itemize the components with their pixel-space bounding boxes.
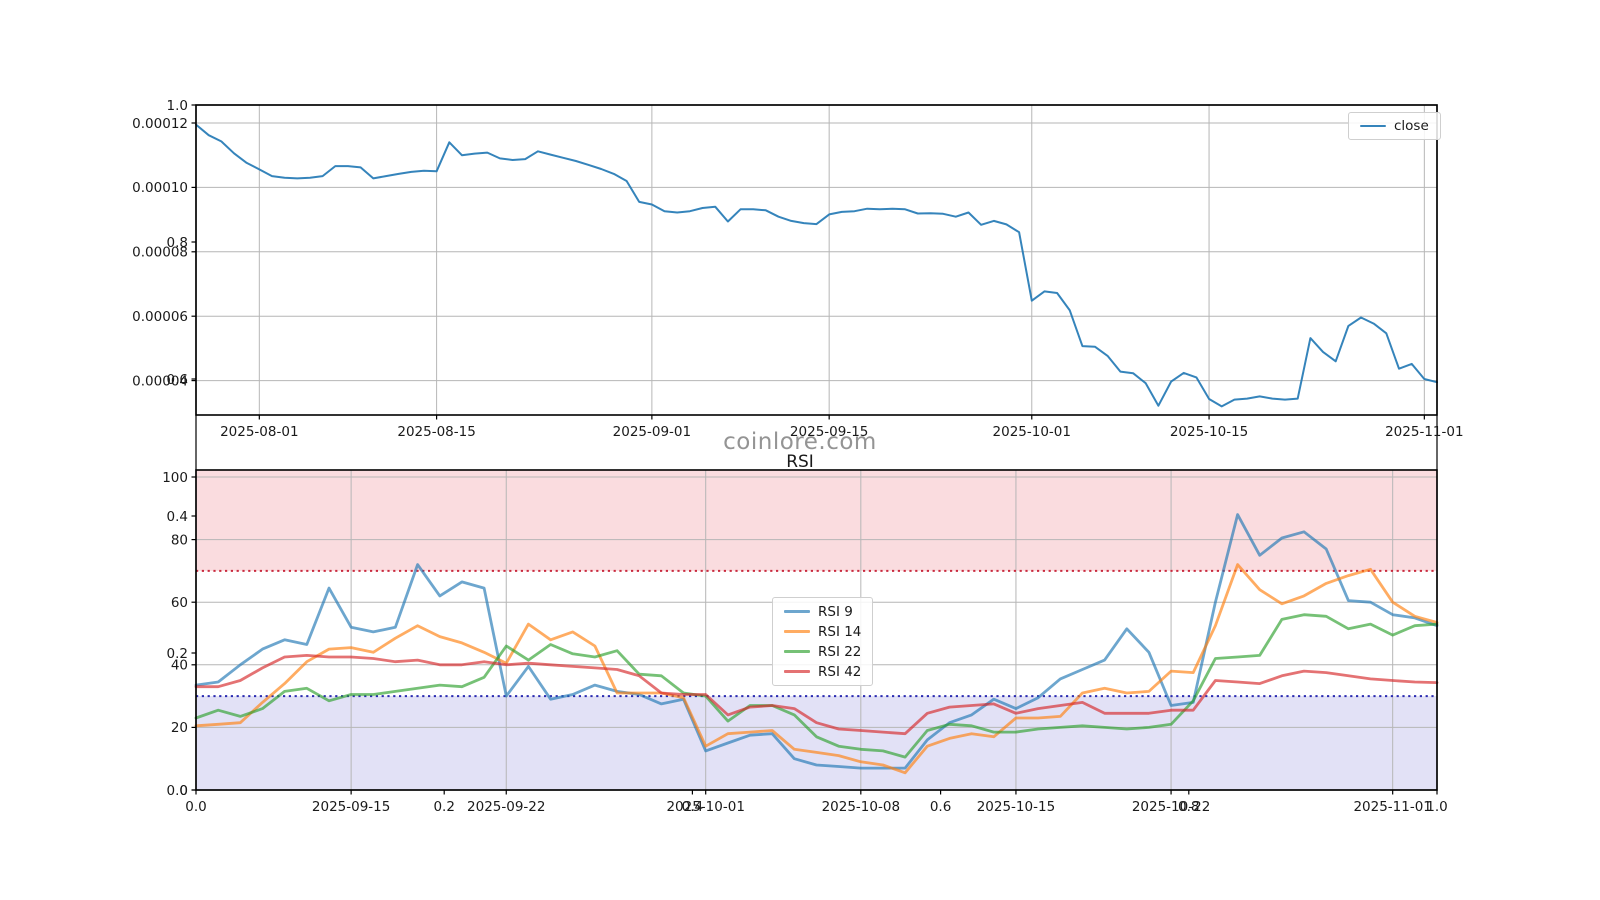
rsi22-legend-line-icon [784, 650, 810, 653]
overlay-x-tick-label: 0.4 [682, 799, 703, 815]
rsi-legend-row: RSI 14 [784, 623, 862, 640]
rsi-x-tick-label: 2025-11-01 [1353, 799, 1431, 815]
overlay-x-tick-label: 0.8 [1178, 799, 1199, 815]
rsi14-legend-line-icon [784, 630, 810, 633]
price-y-tick-label: 0.00012 [132, 116, 188, 132]
price-legend: close [1348, 112, 1441, 140]
rsi9-legend-line-icon [784, 610, 810, 613]
rsi-y-tick-label: 80 [171, 532, 188, 548]
overlay-x-tick-label: 0.2 [433, 799, 454, 815]
overlay-y-tick-label: 0.0 [167, 783, 188, 799]
close-legend-line-icon [1360, 124, 1386, 128]
oversold-band [196, 696, 1437, 790]
overlay-y-tick-label: 0.8 [167, 235, 188, 251]
rsi-y-tick-label: 60 [171, 595, 188, 611]
rsi-y-tick-label: 100 [162, 470, 188, 486]
rsi-x-tick-label: 2025-10-01 [666, 799, 744, 815]
overbought-band [196, 470, 1437, 571]
rsi42-legend-label: RSI 42 [818, 663, 862, 680]
rsi9-legend-label: RSI 9 [818, 603, 853, 620]
overlay-y-tick-label: 0.2 [167, 646, 188, 662]
rsi14-legend-label: RSI 14 [818, 623, 862, 640]
close-line [195, 123, 1438, 408]
rsi-x-tick-label: 2025-10-15 [977, 799, 1055, 815]
rsi-legend-row: RSI 42 [784, 663, 862, 680]
overlay-y-tick-label: 0.4 [167, 509, 188, 525]
price-axes-border [195, 104, 1438, 416]
rsi-x-tick-label: 2025-09-22 [467, 799, 545, 815]
close-legend-label: close [1394, 118, 1429, 134]
rsi-legend-row: RSI 22 [784, 643, 862, 660]
rsi-legend: RSI 9 RSI 14 RSI 22 RSI 42 [772, 597, 874, 686]
rsi-x-tick-label: 2025-10-08 [822, 799, 900, 815]
price-y-tick-label: 0.00006 [132, 309, 188, 325]
price-y-tick-label: 0.00010 [132, 180, 188, 196]
rsi-x-tick-label: 2025-09-15 [312, 799, 390, 815]
rsi22-legend-label: RSI 22 [818, 643, 862, 660]
overlay-y-tick-label: 1.0 [167, 98, 188, 114]
overlay-y-tick-label: 0.6 [167, 372, 188, 388]
overlay-x-tick-label: 0.0 [185, 799, 206, 815]
overlay-x-tick-label: 1.0 [1426, 799, 1447, 815]
rsi42-legend-line-icon [784, 670, 810, 673]
figure: 0.00012 0.00010 0.00008 0.00006 0.00004 2025-… [0, 0, 1600, 900]
overlay-x-tick-label: 0.6 [930, 799, 951, 815]
rsi-y-tick-label: 20 [171, 720, 188, 736]
rsi-legend-row: RSI 9 [784, 603, 861, 620]
rsi-panel-title: RSI [786, 452, 814, 472]
